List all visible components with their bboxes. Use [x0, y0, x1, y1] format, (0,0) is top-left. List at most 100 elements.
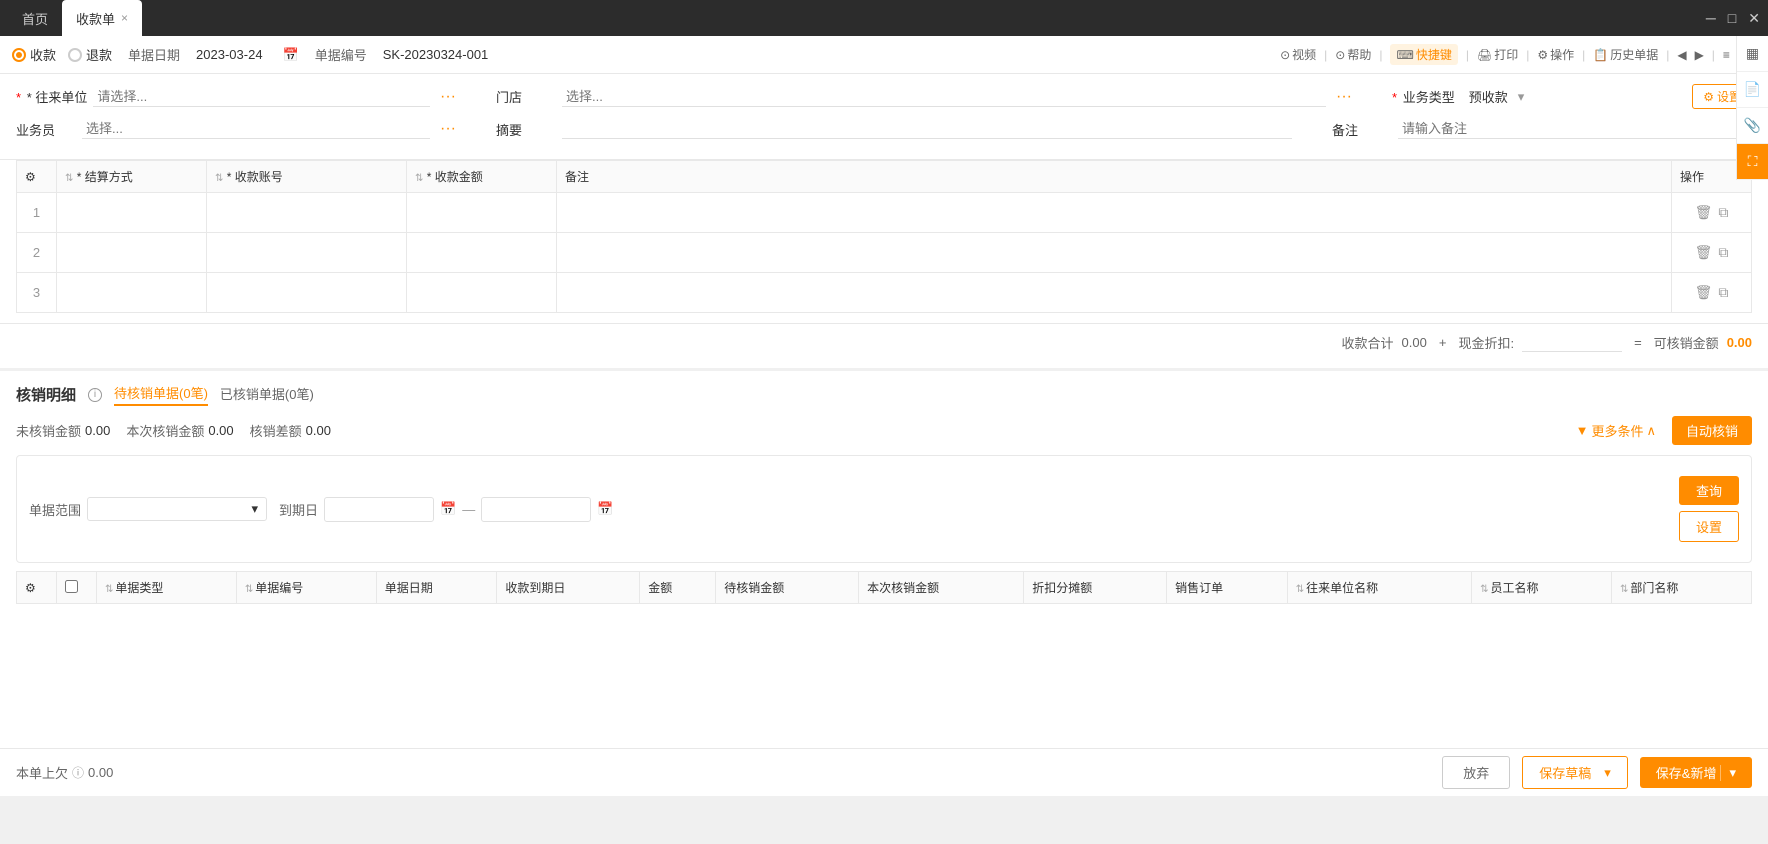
row2-remark[interactable]: [557, 233, 1672, 273]
number-value: SK-20230324-001: [383, 47, 489, 62]
form-row-1: * * 往来单位 ··· 门店 ··· * 业务类型 预收款 ▾: [16, 84, 1752, 109]
close-tab-icon[interactable]: ×: [121, 11, 128, 25]
btable-settings-col[interactable]: ⚙: [17, 572, 57, 604]
completed-tab[interactable]: 已核销单据(0笔): [220, 384, 314, 405]
save-new-dropdown-icon[interactable]: ▾: [1720, 765, 1736, 781]
row2-settle[interactable]: [57, 233, 207, 273]
row1-settle[interactable]: [57, 193, 207, 233]
date-to-input[interactable]: 2022-04-12: [481, 497, 591, 522]
sidebar-doc-icon[interactable]: 📄: [1737, 72, 1768, 108]
receipt-radio[interactable]: 收款: [12, 45, 56, 64]
delete-row-icon[interactable]: 🗑: [1695, 284, 1713, 301]
receipt-radio-dot: [12, 48, 26, 62]
row2-amount[interactable]: [407, 233, 557, 273]
filter-panel: 单据范围 ▾ 到期日 2022-04-01 📅 — 2022-04-12 📅: [16, 455, 1752, 563]
nav-next-icon[interactable]: ▶: [1695, 48, 1704, 62]
gear-icon: ⚙: [25, 581, 36, 595]
operate-action[interactable]: ⚙ 操作: [1537, 46, 1574, 63]
history-action[interactable]: 📋 历史单据: [1593, 46, 1658, 63]
calendar-from-icon[interactable]: 📅: [440, 501, 456, 517]
copy-row-icon[interactable]: ⧉: [1718, 244, 1728, 261]
calendar-to-icon[interactable]: 📅: [597, 501, 613, 517]
table-settings-col[interactable]: ⚙: [17, 161, 57, 193]
footer-info: 本单上欠 ⓘ 0.00: [16, 763, 113, 782]
row3-remark[interactable]: [557, 273, 1672, 313]
print-action[interactable]: 🖨 打印: [1477, 46, 1518, 63]
remark-input[interactable]: [1398, 119, 1752, 139]
counterpart-more-icon[interactable]: ···: [440, 88, 456, 106]
delete-row-icon[interactable]: 🗑: [1695, 244, 1713, 261]
minimize-btn[interactable]: ─: [1706, 10, 1716, 26]
salesperson-more-icon[interactable]: ···: [440, 120, 456, 138]
row1-remark[interactable]: [557, 193, 1672, 233]
writeoff-info-icon[interactable]: i: [88, 388, 102, 402]
summary-field: 摘要: [496, 119, 1292, 139]
store-input[interactable]: [562, 87, 1326, 107]
top-nav: 首页 收款单 × ─ □ ✕: [0, 0, 1768, 36]
th-amount: ⇅ * 收款金额: [407, 161, 557, 193]
sort-icon: ⇅: [65, 173, 73, 184]
delete-row-icon[interactable]: 🗑: [1695, 204, 1713, 221]
maximize-btn[interactable]: □: [1728, 10, 1736, 26]
row1-account[interactable]: [207, 193, 407, 233]
this-record-label: 本单上欠: [16, 763, 68, 782]
row3-account[interactable]: [207, 273, 407, 313]
discount-input[interactable]: [1522, 332, 1622, 352]
query-button[interactable]: 查询: [1679, 476, 1739, 505]
counterpart-input[interactable]: [93, 87, 430, 107]
th-dept: ⇅部门名称: [1612, 572, 1752, 604]
nav-prev-icon[interactable]: ◀: [1677, 48, 1686, 62]
date-from-input[interactable]: 2022-04-01: [324, 497, 434, 522]
row-num-3: 3: [17, 273, 57, 313]
th-current-amount: 本次核销金额: [859, 572, 1024, 604]
store-more-icon[interactable]: ···: [1336, 88, 1352, 106]
writeoff-title: 核销明细: [16, 384, 76, 405]
discard-button[interactable]: 放弃: [1442, 756, 1510, 789]
sidebar-table-icon[interactable]: ▦: [1737, 36, 1768, 72]
save-draft-dropdown-icon[interactable]: ▾: [1595, 765, 1611, 781]
row1-amount[interactable]: [407, 193, 557, 233]
store-label: 门店: [496, 87, 556, 106]
verifiable-value: 0.00: [1727, 335, 1752, 350]
copy-row-icon[interactable]: ⧉: [1718, 284, 1728, 301]
summary-input[interactable]: [562, 119, 1292, 139]
th-employee: ⇅员工名称: [1472, 572, 1612, 604]
more-filter-btn[interactable]: ▼ 更多条件 ∧: [1576, 421, 1656, 440]
summary-row: 收款合计 0.00 + 现金折扣: = 可核销金额 0.00: [0, 323, 1768, 360]
writeoff-stats: 未核销金额 0.00 本次核销金额 0.00 核销差额 0.00 ▼ 更多条件 …: [16, 416, 1752, 445]
writeoff-settings-button[interactable]: 设置: [1679, 511, 1739, 542]
help-action[interactable]: ⊙ 帮助: [1335, 46, 1371, 63]
video-action[interactable]: ⊙ 视频: [1280, 46, 1316, 63]
save-draft-button[interactable]: 保存草稿 ▾: [1522, 756, 1628, 789]
close-btn[interactable]: ✕: [1748, 10, 1760, 27]
video-icon: ⊙: [1280, 48, 1290, 62]
list-view-icon[interactable]: ≡: [1723, 48, 1730, 62]
tab-home[interactable]: 首页: [8, 0, 62, 36]
remark-field: 备注: [1332, 119, 1752, 139]
sidebar-expand-icon[interactable]: ⛶: [1737, 144, 1768, 180]
form-section: * * 往来单位 ··· 门店 ··· * 业务类型 预收款 ▾: [0, 74, 1768, 160]
main-table-section: ⚙ ⇅ * 结算方式 ⇅ * 收款账号 ⇅ * 收款金额: [0, 160, 1768, 323]
calendar-icon[interactable]: 📅: [283, 47, 299, 63]
row3-settle[interactable]: [57, 273, 207, 313]
copy-row-icon[interactable]: ⧉: [1718, 204, 1728, 221]
row2-account[interactable]: [207, 233, 407, 273]
salesperson-input[interactable]: [82, 119, 430, 139]
shortcut-action[interactable]: ⌨ 快捷键: [1390, 44, 1457, 65]
writeoff-header: 核销明细 i 待核销单据(0笔) 已核销单据(0笔): [16, 383, 1752, 406]
select-all-checkbox[interactable]: [65, 580, 78, 593]
shortcut-icon: ⌨: [1396, 48, 1413, 62]
help-icon: ⊙: [1335, 48, 1345, 62]
footer-info-icon[interactable]: ⓘ: [72, 764, 84, 781]
biz-type-dropdown-icon[interactable]: ▾: [1518, 89, 1525, 105]
range-select[interactable]: ▾: [87, 497, 267, 521]
range-field: 单据范围 ▾: [29, 497, 267, 521]
refund-radio[interactable]: 退款: [68, 45, 112, 64]
save-new-button[interactable]: 保存&新增 ▾: [1640, 757, 1752, 788]
th-amount: 金额: [640, 572, 716, 604]
sidebar-attach-icon[interactable]: 📎: [1737, 108, 1768, 144]
tab-receipt[interactable]: 收款单 ×: [62, 0, 142, 36]
pending-tab[interactable]: 待核销单据(0笔): [114, 383, 208, 406]
row3-amount[interactable]: [407, 273, 557, 313]
auto-writeoff-button[interactable]: 自动核销: [1672, 416, 1752, 445]
